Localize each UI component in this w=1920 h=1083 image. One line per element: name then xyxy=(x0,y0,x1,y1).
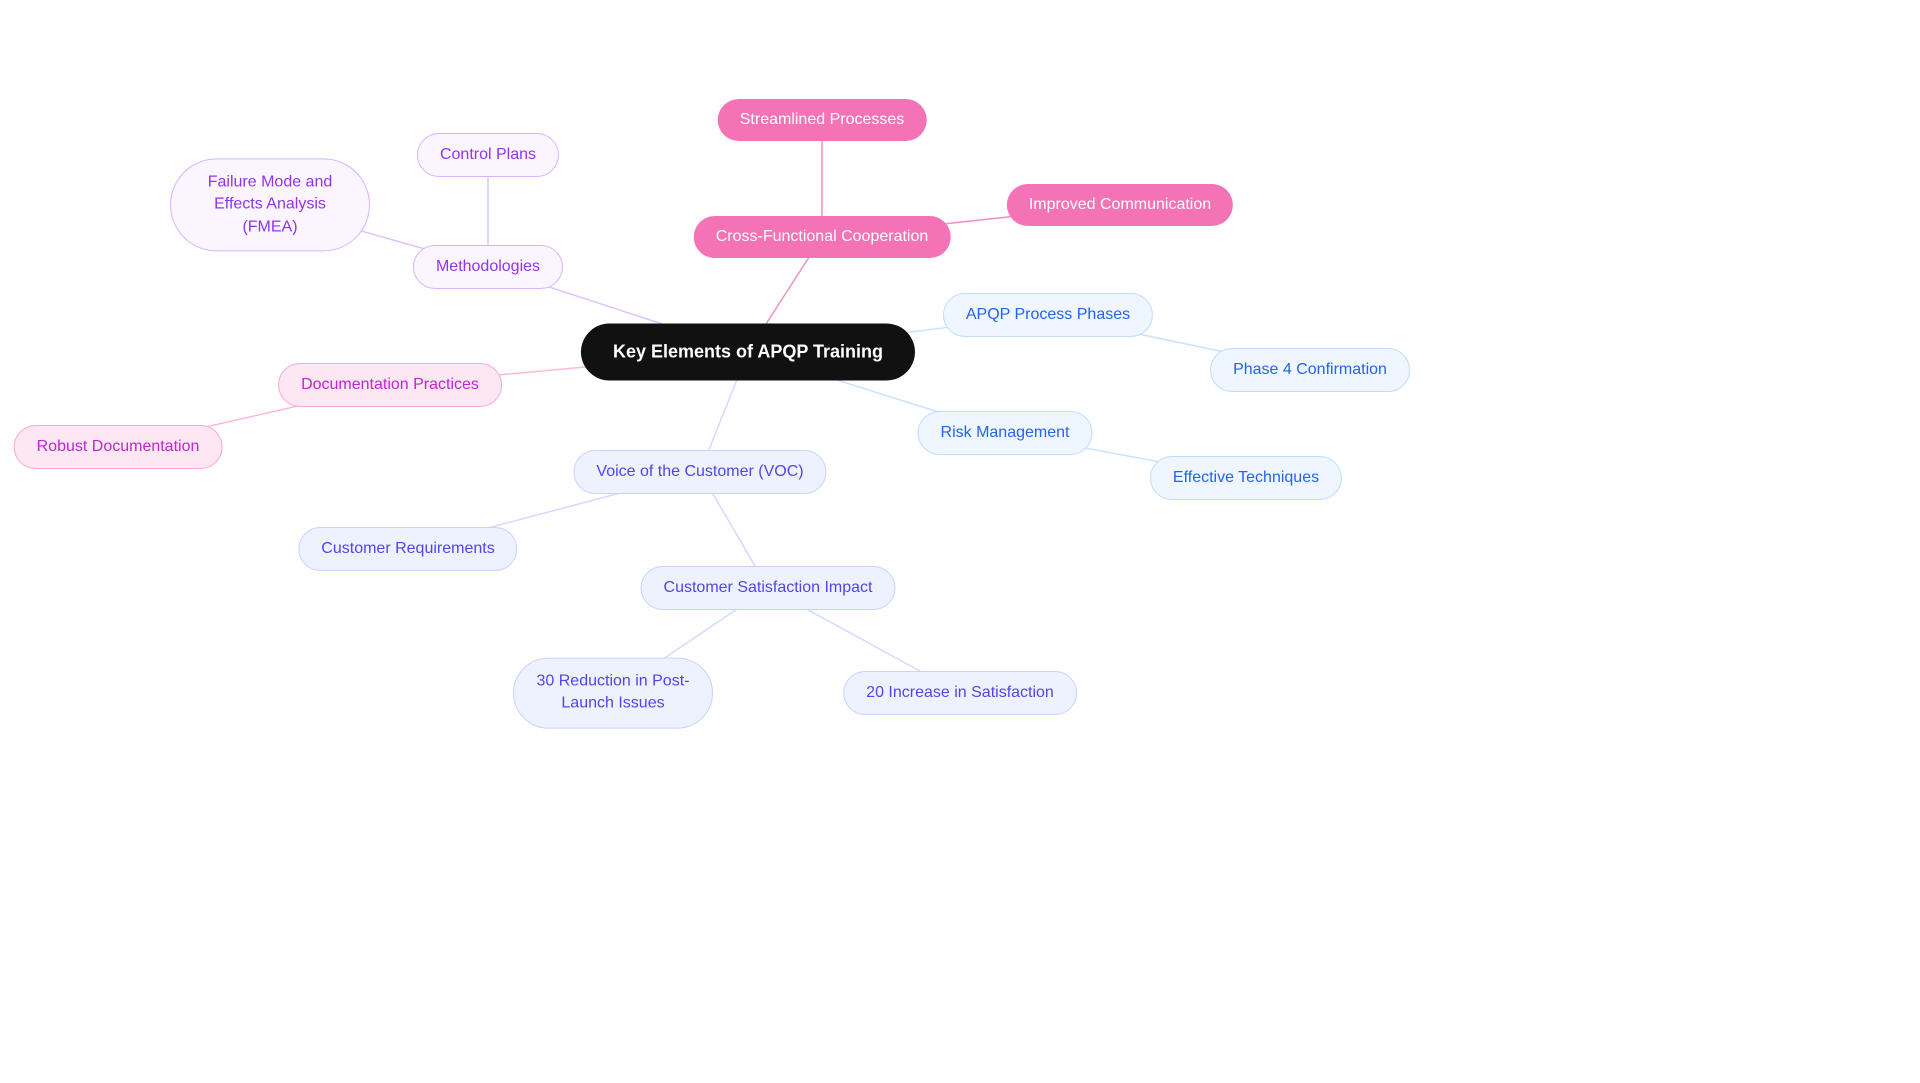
node-methodologies: Methodologies xyxy=(413,245,563,289)
node-voc: Voice of the Customer (VOC) xyxy=(573,450,826,494)
node-label-methodologies: Methodologies xyxy=(436,258,540,276)
node-risk-mgmt: Risk Management xyxy=(918,411,1093,455)
node-robust-doc: Robust Documentation xyxy=(14,425,223,469)
node-effective-tech: Effective Techniques xyxy=(1150,456,1342,500)
node-improved-comm: Improved Communication xyxy=(1007,184,1233,226)
node-cross-functional: Cross-Functional Cooperation xyxy=(694,216,951,258)
node-increase-sat: 20 Increase in Satisfaction xyxy=(843,671,1077,715)
node-reduction: 30 Reduction in Post-Launch Issues xyxy=(513,658,713,729)
node-control-plans: Control Plans xyxy=(417,133,559,177)
node-doc-practices: Documentation Practices xyxy=(278,363,502,407)
node-label-robust-doc: Robust Documentation xyxy=(37,438,200,456)
node-label-improved-comm: Improved Communication xyxy=(1029,196,1211,214)
node-label-phase4: Phase 4 Confirmation xyxy=(1233,361,1387,379)
node-label-control-plans: Control Plans xyxy=(440,146,536,164)
node-label-apqp-phases: APQP Process Phases xyxy=(966,306,1130,324)
node-label-fmea: Failure Mode and Effects Analysis (FMEA) xyxy=(193,171,347,238)
node-streamlined: Streamlined Processes xyxy=(718,99,927,141)
node-label-cross-functional: Cross-Functional Cooperation xyxy=(716,228,929,246)
node-cust-sat: Customer Satisfaction Impact xyxy=(641,566,896,610)
node-label-cust-sat: Customer Satisfaction Impact xyxy=(664,579,873,597)
node-label-reduction: 30 Reduction in Post-Launch Issues xyxy=(536,671,690,716)
node-label-increase-sat: 20 Increase in Satisfaction xyxy=(866,684,1054,702)
node-label-doc-practices: Documentation Practices xyxy=(301,376,479,394)
node-label-streamlined: Streamlined Processes xyxy=(740,111,905,129)
node-fmea: Failure Mode and Effects Analysis (FMEA) xyxy=(170,158,370,251)
center-node: Key Elements of APQP Training xyxy=(581,324,915,381)
node-label-customer-req: Customer Requirements xyxy=(321,540,494,558)
node-customer-req: Customer Requirements xyxy=(298,527,517,571)
node-phase4: Phase 4 Confirmation xyxy=(1210,348,1410,392)
node-label-voc: Voice of the Customer (VOC) xyxy=(596,463,803,481)
node-label-risk-mgmt: Risk Management xyxy=(941,424,1070,442)
center-label: Key Elements of APQP Training xyxy=(613,342,883,363)
node-apqp-phases: APQP Process Phases xyxy=(943,293,1153,337)
node-label-effective-tech: Effective Techniques xyxy=(1173,469,1319,487)
